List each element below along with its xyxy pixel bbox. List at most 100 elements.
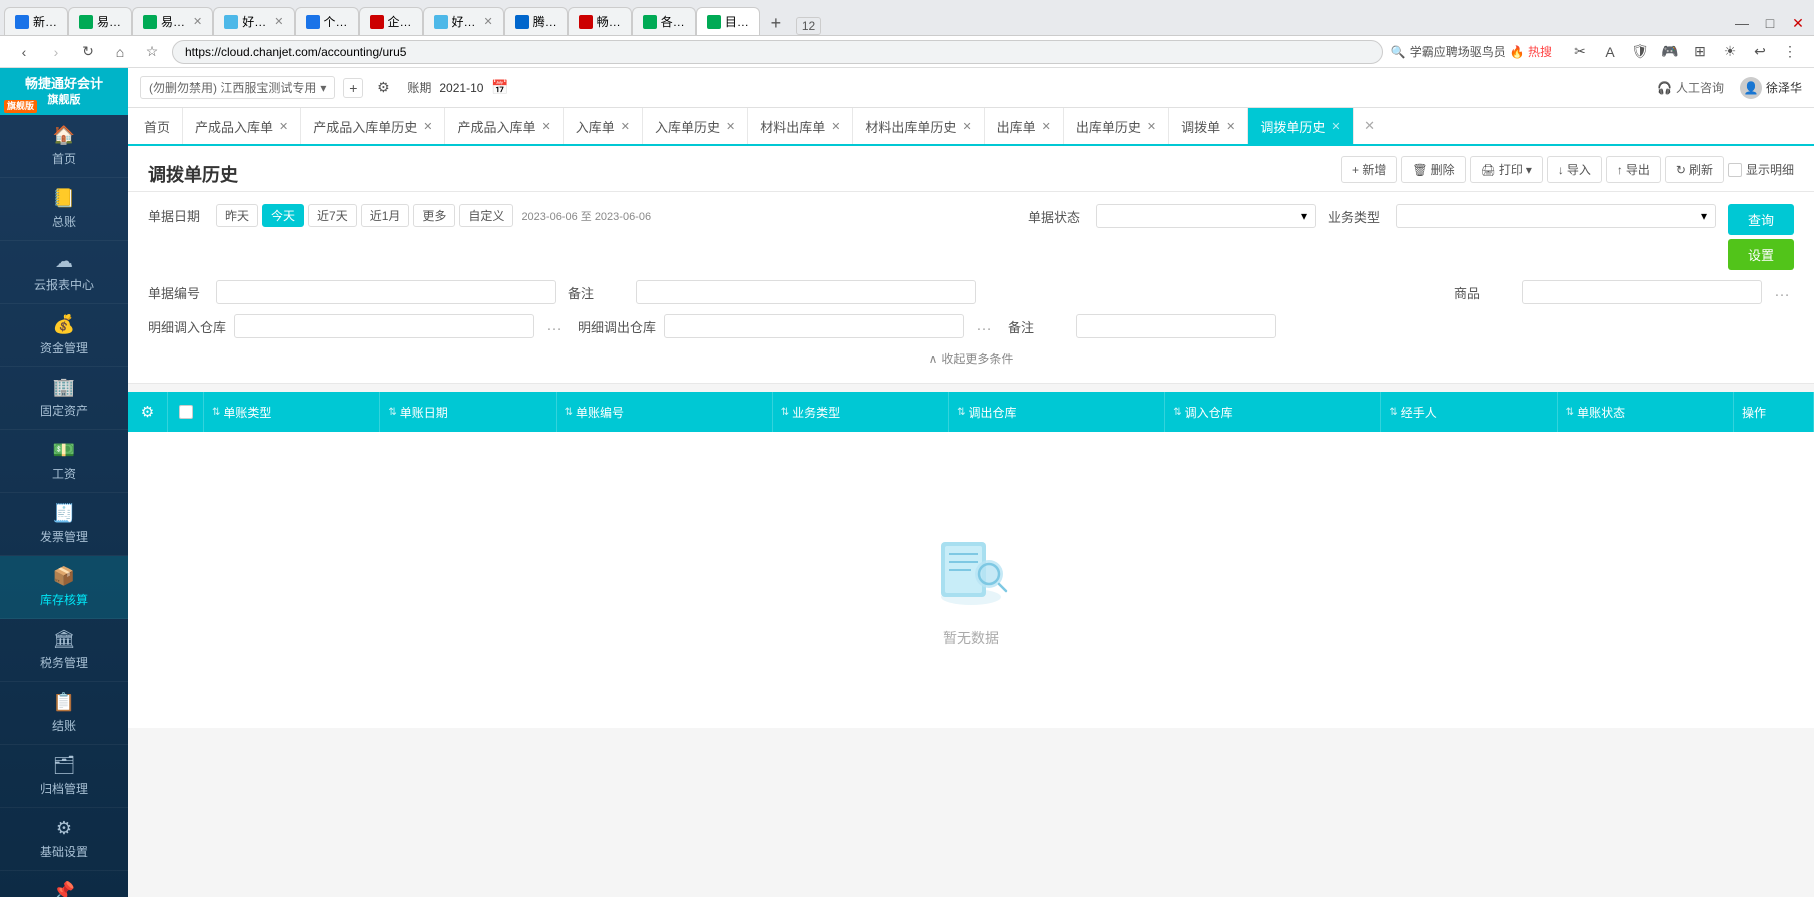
forward-button[interactable]: › — [44, 40, 68, 64]
browser-tab-2[interactable]: 易… — [68, 7, 132, 35]
translate-button[interactable]: A — [1598, 40, 1622, 64]
page-tab-transfer-close[interactable]: ✕ — [1226, 120, 1235, 133]
detail-from-input[interactable] — [234, 314, 534, 338]
page-tab-in-order-close[interactable]: ✕ — [621, 120, 630, 133]
sidebar-item-ledger[interactable]: 📒 总账 — [0, 178, 128, 241]
show-toggle-checkbox[interactable] — [1728, 163, 1742, 177]
browser-tab-7[interactable]: 好… ✕ — [423, 7, 504, 35]
new-button[interactable]: + 新增 — [1341, 156, 1397, 183]
sidebar-item-basic[interactable]: ⚙ 基础设置 — [0, 808, 128, 871]
date-btn-7days[interactable]: 近7天 — [308, 204, 357, 227]
add-company-button[interactable]: + — [343, 78, 363, 98]
back-button[interactable]: ‹ — [12, 40, 36, 64]
detail-to-dots-button[interactable]: … — [972, 317, 996, 335]
th-checkbox[interactable] — [168, 392, 204, 432]
page-tab-in-order[interactable]: 入库单 ✕ — [564, 108, 643, 145]
page-tab-in-history-close[interactable]: ✕ — [726, 120, 735, 133]
detail-to-input[interactable] — [664, 314, 964, 338]
page-tab-transfer[interactable]: 调拨单 ✕ — [1169, 108, 1248, 145]
company-settings-button[interactable]: ⚙ — [371, 76, 395, 100]
company-selector[interactable]: (勿删勿禁用) 江西服宝测试专用 ▾ — [140, 76, 335, 99]
gamepad-button[interactable]: 🎮 — [1658, 40, 1682, 64]
page-tab-product-in-history[interactable]: 产成品入库单历史 ✕ — [301, 108, 445, 145]
th-type[interactable]: ⇅ 单账类型 — [204, 392, 380, 432]
browser-tab-9[interactable]: 畅… — [568, 7, 632, 35]
page-tab-product-in-history-close[interactable]: ✕ — [423, 120, 432, 133]
sidebar-item-archive[interactable]: 🗂 归档管理 — [0, 745, 128, 808]
close-button[interactable]: ✕ — [1786, 11, 1810, 35]
detail-remark-input[interactable] — [1076, 314, 1276, 338]
goods-input[interactable] — [1522, 280, 1762, 304]
print-button[interactable]: 🖨 打印 ▾ — [1470, 156, 1543, 183]
page-tab-product-in-close[interactable]: ✕ — [279, 120, 288, 133]
th-from[interactable]: ⇅ 调出仓库 — [949, 392, 1165, 432]
page-tab-material-out-close[interactable]: ✕ — [831, 120, 840, 133]
sidebar-item-salary[interactable]: 💵 工资 — [0, 430, 128, 493]
th-date[interactable]: ⇅ 单账日期 — [380, 392, 556, 432]
delete-button[interactable]: 🗑 删除 — [1401, 156, 1465, 183]
query-button[interactable]: 查询 — [1728, 204, 1794, 235]
browser-tab-1[interactable]: 新… — [4, 7, 68, 35]
page-tab-product-in2[interactable]: 产成品入库单 ✕ — [445, 108, 563, 145]
sidebar-item-fund[interactable]: 💰 资金管理 — [0, 304, 128, 367]
export-button[interactable]: ↑ 导出 — [1606, 156, 1661, 183]
calendar-icon[interactable]: 📅 — [491, 79, 508, 96]
browser-tab-11[interactable]: 目… — [696, 7, 760, 35]
star-button[interactable]: ☆ — [140, 40, 164, 64]
undo-button[interactable]: ↩ — [1748, 40, 1772, 64]
select-all-checkbox[interactable] — [179, 405, 193, 419]
page-tab-material-out-history-close[interactable]: ✕ — [962, 120, 971, 133]
scissors-button[interactable]: ✂ — [1568, 40, 1592, 64]
new-tab-button[interactable]: + — [764, 11, 788, 35]
date-btn-custom[interactable]: 自定义 — [459, 204, 513, 227]
browser-tab-10[interactable]: 各… — [632, 7, 696, 35]
th-handler[interactable]: ⇅ 经手人 — [1381, 392, 1557, 432]
goods-dots-button[interactable]: … — [1770, 283, 1794, 301]
date-btn-more[interactable]: 更多 — [413, 204, 455, 227]
th-to[interactable]: ⇅ 调入仓库 — [1165, 392, 1381, 432]
sidebar-item-home[interactable]: 🏠 首页 — [0, 115, 128, 178]
page-tab-product-in2-close[interactable]: ✕ — [542, 120, 551, 133]
page-tab-home[interactable]: 首页 — [132, 108, 183, 145]
page-tab-out-order[interactable]: 出库单 ✕ — [985, 108, 1064, 145]
address-input[interactable] — [172, 40, 1383, 64]
detail-from-dots-button[interactable]: … — [542, 317, 566, 335]
page-tab-material-out[interactable]: 材料出库单 ✕ — [748, 108, 853, 145]
collapse-row[interactable]: ∧ 收起更多条件 — [148, 346, 1794, 371]
th-settings[interactable]: ⚙ — [128, 392, 168, 432]
tab-close-7[interactable]: ✕ — [484, 15, 493, 28]
page-tab-product-in[interactable]: 产成品入库单 ✕ — [183, 108, 301, 145]
page-tab-material-out-history[interactable]: 材料出库单历史 ✕ — [853, 108, 984, 145]
page-tab-out-history-close[interactable]: ✕ — [1147, 120, 1156, 133]
more-button[interactable]: ⋮ — [1778, 40, 1802, 64]
status-select[interactable]: ▾ — [1096, 204, 1316, 228]
sidebar-item-closing[interactable]: 📋 结账 — [0, 682, 128, 745]
maximize-button[interactable]: □ — [1758, 11, 1782, 35]
remark-input[interactable] — [636, 280, 976, 304]
close-all-tabs-button[interactable]: ✕ — [1358, 114, 1382, 138]
date-btn-yesterday[interactable]: 昨天 — [216, 204, 258, 227]
sidebar-item-stock[interactable]: 📦 库存核算 — [0, 556, 128, 619]
sidebar-item-invoice[interactable]: 🧾 发票管理 — [0, 493, 128, 556]
browser-tab-6[interactable]: 企… — [359, 7, 423, 35]
settings-button[interactable]: 设置 — [1728, 239, 1794, 270]
page-tab-in-history[interactable]: 入库单历史 ✕ — [643, 108, 748, 145]
user-info[interactable]: 👤 徐泽华 — [1740, 77, 1802, 99]
browser-tab-3[interactable]: 易… ✕ — [132, 7, 213, 35]
business-select[interactable]: ▾ — [1396, 204, 1716, 228]
date-btn-today[interactable]: 今天 — [262, 204, 304, 227]
refresh-nav-button[interactable]: ↻ — [76, 40, 100, 64]
th-business[interactable]: ⇅ 业务类型 — [773, 392, 949, 432]
grid-button[interactable]: ⊞ — [1688, 40, 1712, 64]
shield-button[interactable]: 🛡 — [1628, 40, 1652, 64]
minimize-button[interactable]: — — [1730, 11, 1754, 35]
brightness-button[interactable]: ☀ — [1718, 40, 1742, 64]
show-toggle[interactable]: 显示明细 — [1728, 161, 1794, 178]
page-tab-transfer-history-close[interactable]: ✕ — [1331, 120, 1340, 133]
tab-close-4[interactable]: ✕ — [274, 15, 283, 28]
import-button[interactable]: ↓ 导入 — [1547, 156, 1602, 183]
consult-button[interactable]: 🎧 人工咨询 — [1657, 79, 1724, 96]
th-status[interactable]: ⇅ 单账状态 — [1558, 392, 1734, 432]
sidebar-item-tax[interactable]: 🏛 税务管理 — [0, 619, 128, 682]
browser-tab-4[interactable]: 好… ✕ — [213, 7, 294, 35]
